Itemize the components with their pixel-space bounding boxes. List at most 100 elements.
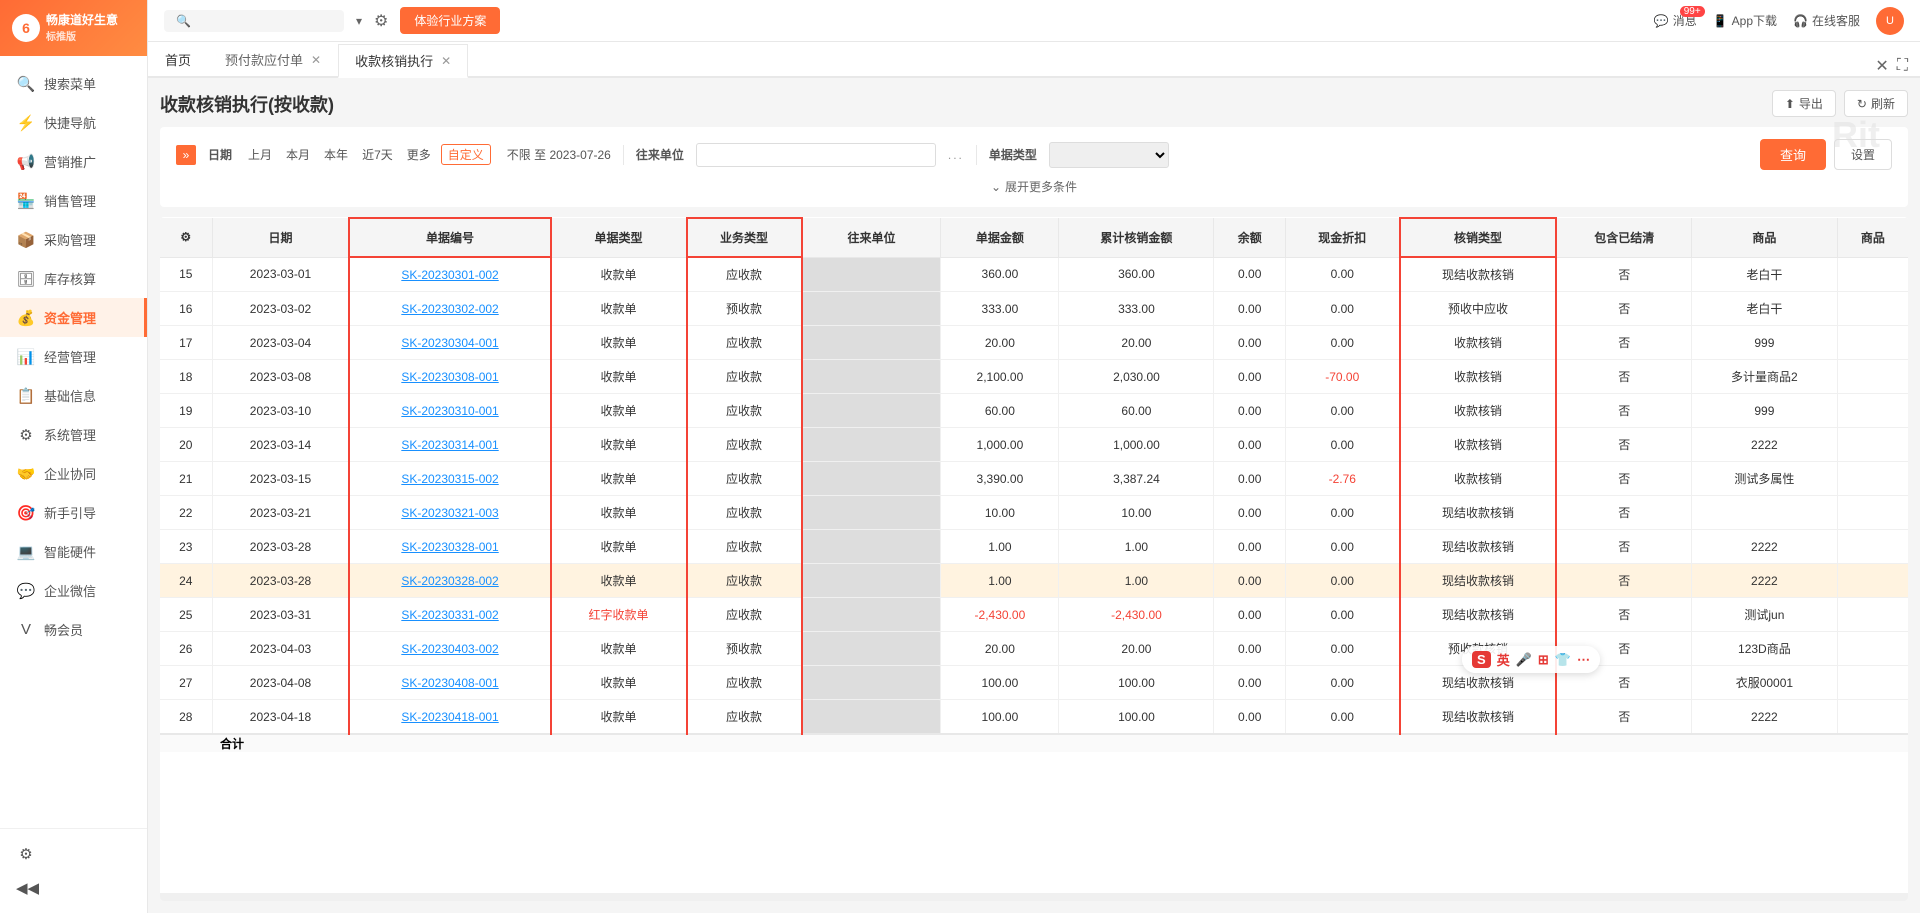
cell-doc-no[interactable]: SK-20230304-001 [349, 326, 550, 360]
doc-type-select[interactable] [1049, 142, 1169, 168]
sidebar-item-12[interactable]: 💻智能硬件 [0, 532, 147, 571]
cell-included: 否 [1556, 598, 1691, 632]
date-this-year[interactable]: 本年 [320, 144, 352, 165]
sidebar-item-3[interactable]: 🏪销售管理 [0, 181, 147, 220]
cell-doc-no[interactable]: SK-20230310-001 [349, 394, 550, 428]
cell-amount: 20.00 [941, 326, 1059, 360]
col-counterpart[interactable]: 往来单位 [802, 218, 941, 257]
cell-amount: 2,100.00 [941, 360, 1059, 394]
export-button[interactable]: ⬆ 导出 [1772, 90, 1836, 117]
settings-icon: ⚙ [16, 845, 36, 863]
col-accum[interactable]: 累计核销金额 [1059, 218, 1214, 257]
cell-goods1 [1691, 496, 1837, 530]
filter-expand-button[interactable]: » [176, 145, 196, 165]
cell-doc-no[interactable]: SK-20230418-001 [349, 700, 550, 735]
sidebar-icon-1: ⚡ [16, 114, 36, 132]
cell-goods2 [1837, 462, 1908, 496]
cell-goods2 [1837, 530, 1908, 564]
cell-counterpart [802, 257, 941, 292]
cell-balance: 0.00 [1214, 700, 1285, 735]
tab-collection[interactable]: 收款核销执行 ✕ [338, 44, 468, 78]
sidebar-item-0[interactable]: 🔍搜索菜单 [0, 64, 147, 103]
cell-doc-no[interactable]: SK-20230408-001 [349, 666, 550, 700]
date-this-month[interactable]: 本月 [282, 144, 314, 165]
cell-balance: 0.00 [1214, 394, 1285, 428]
tab-collection-close[interactable]: ✕ [441, 54, 451, 68]
cell-doc-no[interactable]: SK-20230403-002 [349, 632, 550, 666]
col-included[interactable]: 包含已结清 [1556, 218, 1691, 257]
col-cancel-type[interactable]: 核销类型 [1400, 218, 1557, 257]
cell-biz-type: 应收款 [687, 428, 802, 462]
expand-more-btn[interactable]: ⌄ 展开更多条件 [991, 178, 1077, 195]
cell-doc-type: 收款单 [551, 394, 687, 428]
expand-icon: ⌄ [991, 180, 1001, 194]
tab-close-all-icon[interactable]: ✕ [1875, 56, 1888, 76]
message-badge[interactable]: 💬 消息 99+ [1654, 12, 1697, 29]
sidebar-item-10[interactable]: 🤝企业协同 [0, 454, 147, 493]
cell-doc-type: 收款单 [551, 632, 687, 666]
sidebar-item-1[interactable]: ⚡快捷导航 [0, 103, 147, 142]
cell-doc-no[interactable]: SK-20230302-002 [349, 292, 550, 326]
cell-doc-no[interactable]: SK-20230301-002 [349, 257, 550, 292]
topbar-dropdown[interactable]: ▾ [356, 14, 362, 28]
cell-doc-no[interactable]: SK-20230315-002 [349, 462, 550, 496]
query-button[interactable]: 查询 [1760, 139, 1826, 170]
cell-doc-no[interactable]: SK-20230314-001 [349, 428, 550, 462]
topbar: 🔍 ▾ ⚙ 体验行业方案 💬 消息 99+ 📱 App下载 🎧 在线客服 U [148, 0, 1920, 42]
sidebar-item-9[interactable]: ⚙系统管理 [0, 415, 147, 454]
col-amount[interactable]: 单据金额 [941, 218, 1059, 257]
solution-button[interactable]: 体验行业方案 [400, 7, 500, 34]
user-avatar[interactable]: U [1876, 7, 1904, 35]
app-download-link[interactable]: 📱 App下载 [1713, 12, 1777, 29]
cell-doc-no[interactable]: SK-20230321-003 [349, 496, 550, 530]
sidebar-item-8[interactable]: 📋基础信息 [0, 376, 147, 415]
cell-doc-type: 收款单 [551, 666, 687, 700]
tab-prepay[interactable]: 预付款应付单 ✕ [208, 42, 338, 76]
cell-doc-no[interactable]: SK-20230308-001 [349, 360, 550, 394]
col-goods1[interactable]: 商品 [1691, 218, 1837, 257]
online-service-link[interactable]: 🎧 在线客服 [1793, 12, 1860, 29]
tab-expand-icon[interactable]: ⛶ [1897, 57, 1908, 75]
topbar-gear-icon[interactable]: ⚙ [374, 11, 388, 31]
table-scroll[interactable]: ⚙ 日期 单据编号 单据类型 业务类型 往来单位 单据金额 累计核销金额 余额 … [160, 217, 1908, 893]
sidebar-item-11[interactable]: 🎯新手引导 [0, 493, 147, 532]
col-goods2[interactable]: 商品 [1837, 218, 1908, 257]
date-7days[interactable]: 近7天 [358, 144, 397, 165]
date-custom-button[interactable]: 自定义 [441, 144, 491, 165]
cell-accum: 60.00 [1059, 394, 1214, 428]
cell-doc-no[interactable]: SK-20230328-001 [349, 530, 550, 564]
col-doc-no[interactable]: 单据编号 [349, 218, 550, 257]
sidebar-item-4[interactable]: 📦采购管理 [0, 220, 147, 259]
col-date[interactable]: 日期 [212, 218, 349, 257]
sidebar-item-7[interactable]: 📊经营管理 [0, 337, 147, 376]
sidebar-item-2[interactable]: 📢营销推广 [0, 142, 147, 181]
tab-home[interactable]: 首页 [148, 42, 208, 76]
sidebar-item-13[interactable]: 💬企业微信 [0, 571, 147, 610]
sidebar-item-6[interactable]: 💰资金管理 [0, 298, 147, 337]
col-balance[interactable]: 余额 [1214, 218, 1285, 257]
col-cash-disc[interactable]: 现金折扣 [1285, 218, 1399, 257]
cell-amount: 1.00 [941, 564, 1059, 598]
sidebar-icon-14: V [16, 621, 36, 638]
cell-no: 21 [160, 462, 212, 496]
tab-prepay-close[interactable]: ✕ [311, 53, 321, 67]
cell-doc-no[interactable]: SK-20230331-002 [349, 598, 550, 632]
table-hscroll[interactable] [160, 893, 1908, 901]
sidebar-collapse[interactable]: ◀◀ [0, 871, 147, 905]
headset-icon: 🎧 [1793, 14, 1808, 28]
cell-included: 否 [1556, 292, 1691, 326]
col-settings[interactable]: ⚙ [160, 218, 212, 257]
sidebar-settings[interactable]: ⚙ [0, 837, 147, 871]
sidebar-item-5[interactable]: 🗄库存核算 [0, 259, 147, 298]
date-last-month[interactable]: 上月 [244, 144, 276, 165]
counterpart-input[interactable] [696, 143, 936, 167]
table-area: ⚙ 日期 单据编号 单据类型 业务类型 往来单位 单据金额 累计核销金额 余额 … [160, 217, 1908, 901]
sidebar-item-14[interactable]: V畅会员 [0, 610, 147, 649]
cell-date: 2023-03-14 [212, 428, 349, 462]
cell-doc-no[interactable]: SK-20230328-002 [349, 564, 550, 598]
col-doc-type[interactable]: 单据类型 [551, 218, 687, 257]
col-biz-type[interactable]: 业务类型 [687, 218, 802, 257]
refresh-button[interactable]: ↻ 刷新 [1844, 90, 1908, 117]
tabs-bar: 首页 预付款应付单 ✕ 收款核销执行 ✕ ✕ ⛶ [148, 42, 1920, 78]
date-more[interactable]: 更多 [403, 144, 435, 165]
